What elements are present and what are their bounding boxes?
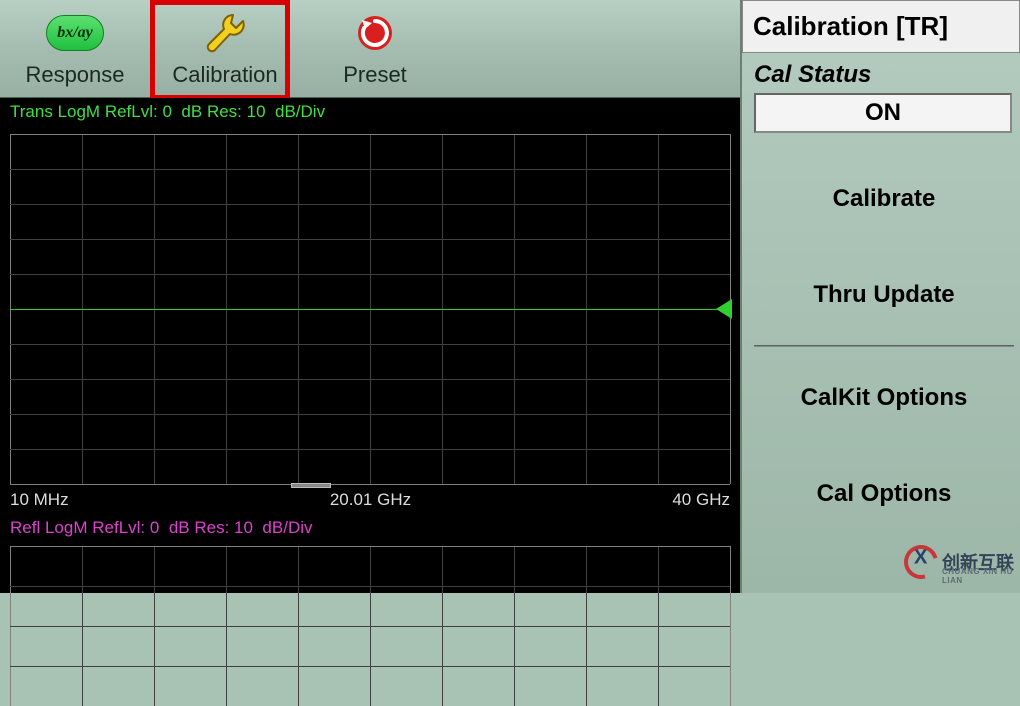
trace-refl-info: Refl LogM RefLvl: 0 dB Res: 10 dB/Div: [0, 514, 740, 542]
response-icon: bx/ay: [46, 8, 104, 58]
res-value: 10: [234, 518, 253, 537]
cal-status-label: Cal Status: [754, 61, 1014, 93]
reflvl-label: RefLvl:: [105, 102, 158, 121]
x-start: 10 MHz: [10, 490, 69, 510]
cal-options-button[interactable]: Cal Options: [754, 446, 1014, 542]
calibration-label: Calibration: [172, 62, 277, 92]
reflvl-value: 0: [162, 102, 171, 121]
calkit-options-button[interactable]: CalKit Options: [754, 350, 1014, 446]
trans-trace-line: [10, 309, 730, 310]
main-toolbar: bx/ay Response Calibration Preset: [0, 0, 740, 98]
res-label: Res:: [207, 102, 242, 121]
reflvl-label: RefLvl:: [92, 518, 145, 537]
cal-status-value[interactable]: ON: [754, 93, 1012, 133]
thru-update-button[interactable]: Thru Update: [754, 247, 1014, 343]
res-value: 10: [247, 102, 266, 121]
refresh-icon: [354, 8, 396, 58]
wrench-icon: [203, 8, 247, 58]
side-panel-title: Calibration [TR]: [742, 0, 1020, 53]
response-button[interactable]: bx/ay Response: [0, 6, 150, 92]
cal-status-block: Cal Status ON: [754, 61, 1014, 133]
res-unit: dB/Div: [262, 518, 312, 537]
calibrate-button[interactable]: Calibrate: [754, 151, 1014, 247]
trace-format: LogM: [58, 102, 101, 121]
response-label: Response: [25, 62, 124, 92]
trace-format: LogM: [45, 518, 88, 537]
preset-button[interactable]: Preset: [300, 6, 450, 92]
calibration-side-panel: Calibration [TR] Cal Status ON Calibrate…: [740, 0, 1020, 593]
trace-trans-info: Trans LogM RefLvl: 0 dB Res: 10 dB/Div: [0, 98, 740, 126]
x-stop: 40 GHz: [672, 490, 730, 510]
reflvl-value: 0: [150, 518, 159, 537]
res-label: Res:: [194, 518, 229, 537]
trace-kind: Trans: [10, 102, 53, 121]
plot-area: Trans LogM RefLvl: 0 dB Res: 10 dB/Div: [0, 98, 740, 593]
preset-label: Preset: [343, 62, 407, 92]
side-panel-divider: [754, 345, 1014, 348]
reflvl-unit: dB: [181, 102, 202, 121]
splitter-handle[interactable]: [291, 483, 331, 488]
reference-marker-icon[interactable]: [716, 299, 732, 319]
x-axis-labels: 10 MHz 20.01 GHz 40 GHz: [10, 490, 730, 510]
res-unit: dB/Div: [275, 102, 325, 121]
calibration-button[interactable]: Calibration: [150, 6, 300, 92]
reflvl-unit: dB: [169, 518, 190, 537]
response-icon-glyph: bx/ay: [57, 24, 93, 42]
refl-grid[interactable]: [10, 546, 730, 706]
trace-kind: Refl: [10, 518, 40, 537]
trans-grid[interactable]: [10, 134, 730, 484]
x-center: 20.01 GHz: [330, 490, 411, 510]
